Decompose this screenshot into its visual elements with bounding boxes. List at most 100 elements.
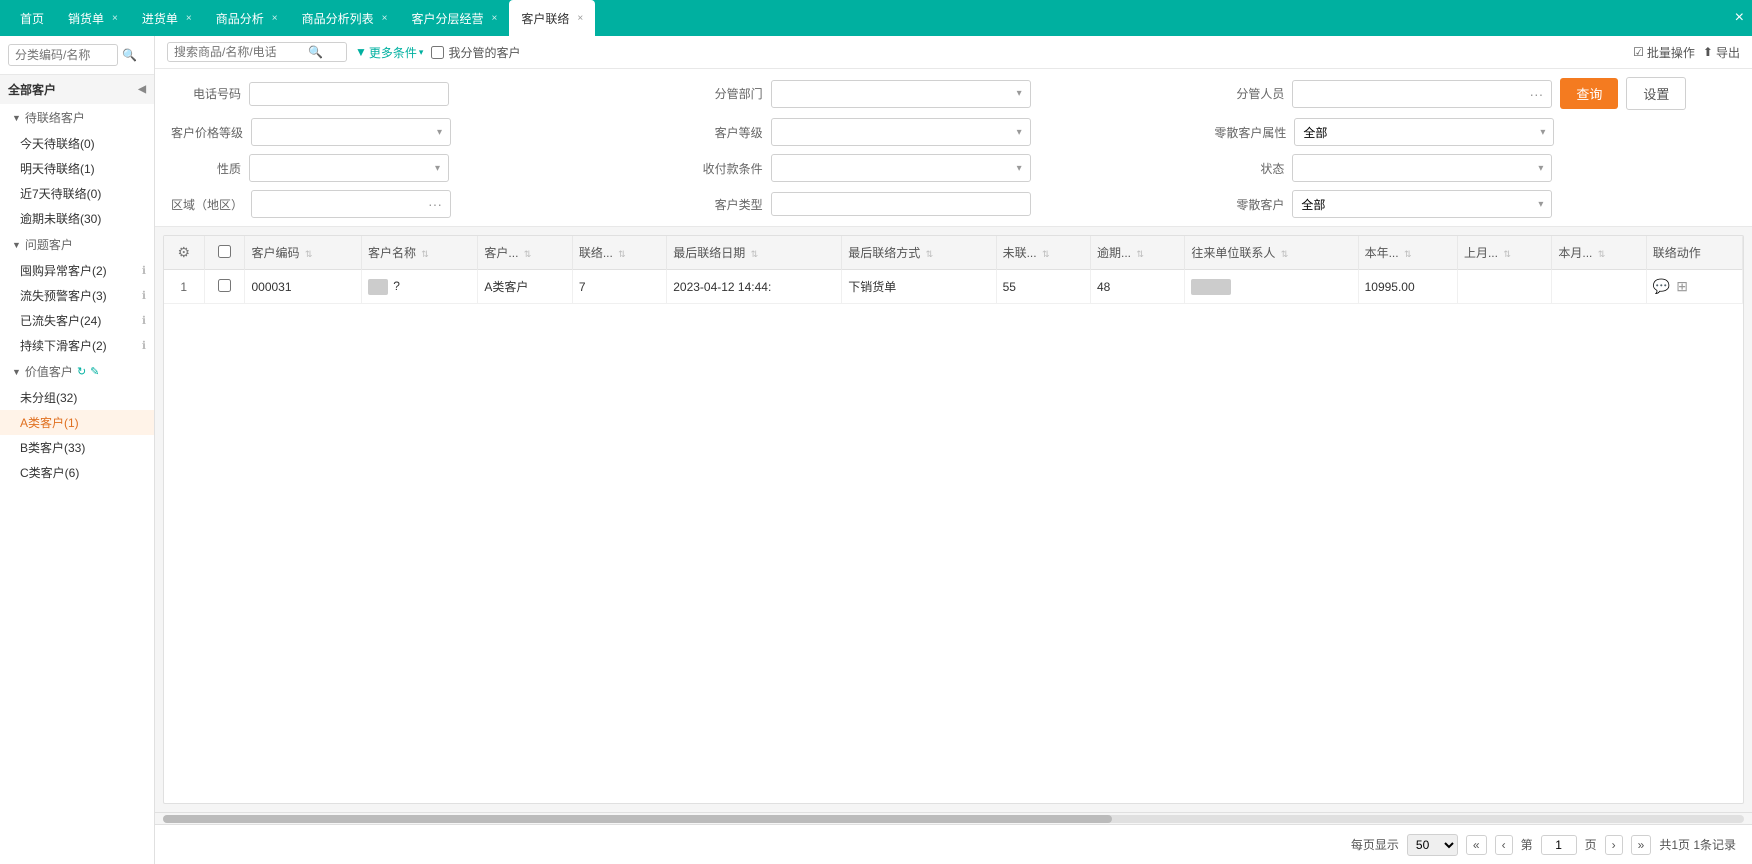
caret-price-icon: ▾: [437, 127, 442, 138]
sort-name-icon: ⇅: [421, 249, 429, 259]
sidebar-group-value[interactable]: ▼ 价值客户 ↻ ✎: [0, 358, 154, 385]
scrollbar-track[interactable]: [163, 815, 1744, 823]
label-phone: 电话号码: [171, 85, 241, 102]
filter-cell-dept: 分管部门 ▾: [693, 80, 1215, 108]
td-contact2: [1185, 270, 1358, 304]
page-number-input[interactable]: [1541, 835, 1577, 855]
label-person: 分管人员: [1214, 85, 1284, 102]
more-conditions-btn[interactable]: ▼ 更多条件 ▾: [355, 44, 423, 61]
search-icon[interactable]: 🔍: [308, 45, 323, 59]
arrow-down-icon3: ▼: [12, 367, 21, 377]
td-this-year: 10995.00: [1358, 270, 1457, 304]
row-checkbox[interactable]: [218, 279, 231, 292]
caret-retail-customer-icon: ▾: [1538, 199, 1543, 210]
sidebar-search-icon[interactable]: 🔍: [122, 48, 137, 62]
filter-cell-customer-type: 客户类型: [693, 192, 1215, 216]
filter-row-4: 区域（地区） ··· 客户类型 零散客户 全部 ▾: [171, 190, 1736, 218]
select-customer-level[interactable]: ▾: [771, 118, 1031, 146]
search-input[interactable]: [174, 45, 304, 59]
sidebar-item-c-class[interactable]: C类客户(6): [0, 460, 154, 485]
close-sales-icon[interactable]: ×: [112, 13, 118, 24]
nav-product-analysis[interactable]: 商品分析 ×: [204, 0, 290, 36]
last-page-btn[interactable]: »: [1631, 835, 1652, 855]
sort-method-icon: ⇅: [926, 249, 934, 259]
query-btn[interactable]: 查询: [1560, 78, 1618, 109]
input-phone[interactable]: [249, 82, 449, 106]
caret-down-icon: ▾: [419, 47, 424, 58]
close-contact-icon[interactable]: ×: [577, 13, 583, 24]
sidebar-item-attrition-warn[interactable]: 流失预警客户(3) ℹ: [0, 283, 154, 308]
input-customer-type[interactable]: [771, 192, 1031, 216]
sidebar-item-tomorrow[interactable]: 明天待联络(1): [0, 156, 154, 181]
sidebar-item-ungrouped[interactable]: 未分组(32): [0, 385, 154, 410]
gear-icon[interactable]: ⚙: [177, 244, 190, 260]
caret-payment-icon: ▾: [1017, 163, 1022, 174]
nav-sales[interactable]: 销货单 ×: [56, 0, 130, 36]
first-page-btn[interactable]: «: [1466, 835, 1487, 855]
link-sales-order[interactable]: 下销货单: [848, 280, 896, 294]
th-last-method: 最后联络方式 ⇅: [842, 236, 996, 270]
prev-page-btn[interactable]: ‹: [1495, 835, 1513, 855]
sort-contact2-icon: ⇅: [1281, 249, 1289, 259]
close-purchase-icon[interactable]: ×: [186, 13, 192, 24]
select-status[interactable]: ▾: [1292, 154, 1552, 182]
dots-person-icon[interactable]: ···: [1529, 86, 1543, 102]
per-page-select[interactable]: 50 20 100: [1407, 834, 1458, 856]
close-segment-icon[interactable]: ×: [491, 13, 497, 24]
chat-icon[interactable]: 💬: [1653, 278, 1670, 295]
select-retail-customer[interactable]: 全部 ▾: [1292, 190, 1552, 218]
th-last-month: 上月... ⇅: [1457, 236, 1551, 270]
td-last-date: 2023-04-12 14:44:: [667, 270, 842, 304]
close-product-list-icon[interactable]: ×: [382, 13, 388, 24]
advanced-filter: 电话号码 分管部门 ▾ 分管人员 ··· 查询: [155, 69, 1752, 227]
sort-overdue-icon: ⇅: [1136, 249, 1144, 259]
nav-customer-segment[interactable]: 客户分层经营 ×: [399, 0, 509, 36]
my-customers-checkbox[interactable]: 我分管的客户: [431, 44, 520, 61]
nav-product-analysis-list[interactable]: 商品分析列表 ×: [290, 0, 400, 36]
my-customers-check[interactable]: [431, 46, 444, 59]
info-icon1: ℹ: [142, 264, 146, 277]
nav-purchase[interactable]: 进货单 ×: [130, 0, 204, 36]
nav-customer-contact[interactable]: 客户联络 ×: [509, 0, 595, 36]
next-page-btn[interactable]: ›: [1605, 835, 1623, 855]
sidebar-item-declining[interactable]: 持续下滑客户(2) ℹ: [0, 333, 154, 358]
td-last-method: 下销货单: [842, 270, 996, 304]
select-person[interactable]: ···: [1292, 80, 1552, 108]
sidebar-group-pending[interactable]: ▼ 待联络客户: [0, 104, 154, 131]
th-type: 客户... ⇅: [478, 236, 572, 270]
refresh-icon[interactable]: ↻: [77, 365, 86, 378]
settings-btn[interactable]: 设置: [1626, 77, 1686, 110]
content-area: 🔍 ▼ 更多条件 ▾ 我分管的客户 ☑ 批量操作 ⬆ 导出: [155, 36, 1752, 864]
export-btn[interactable]: ⬆ 导出: [1703, 44, 1740, 61]
close-product-analysis-icon[interactable]: ×: [272, 13, 278, 24]
sidebar-item-a-class[interactable]: A类客户(1): [0, 410, 154, 435]
close-all-icon[interactable]: ×: [1735, 9, 1744, 27]
th-gear: ⚙: [164, 236, 204, 270]
sidebar-item-abnormal[interactable]: 囤购异常客户(2) ℹ: [0, 258, 154, 283]
select-region[interactable]: ···: [251, 190, 451, 218]
scrollbar-thumb[interactable]: [163, 815, 1112, 823]
th-this-month: 本月... ⇅: [1552, 236, 1646, 270]
select-all-checkbox[interactable]: [218, 245, 231, 258]
nav-home[interactable]: 首页: [8, 0, 56, 36]
sidebar-item-b-class[interactable]: B类客户(33): [0, 435, 154, 460]
select-dept[interactable]: ▾: [771, 80, 1031, 108]
select-price-level[interactable]: ▾: [251, 118, 451, 146]
select-retail-attr[interactable]: 全部 ▾: [1294, 118, 1554, 146]
sidebar-item-today[interactable]: 今天待联络(0): [0, 131, 154, 156]
sidebar-item-overdue[interactable]: 逾期未联络(30): [0, 206, 154, 231]
select-nature[interactable]: ▾: [249, 154, 449, 182]
sidebar-group-problem[interactable]: ▼ 问题客户: [0, 231, 154, 258]
edit-value-icon[interactable]: ✎: [90, 365, 99, 378]
horizontal-scrollbar[interactable]: [155, 812, 1752, 824]
sidebar-item-lost[interactable]: 已流失客户(24) ℹ: [0, 308, 154, 333]
all-customers-header[interactable]: 全部客户 ◀: [0, 75, 154, 104]
td-type: A类客户: [478, 270, 572, 304]
sidebar-search-input[interactable]: [8, 44, 118, 66]
batch-op-btn[interactable]: ☑ 批量操作: [1633, 44, 1695, 61]
grid-icon[interactable]: ⊞: [1676, 278, 1688, 295]
td-name: ?: [361, 270, 477, 304]
sidebar-item-7days[interactable]: 近7天待联络(0): [0, 181, 154, 206]
select-payment[interactable]: ▾: [771, 154, 1031, 182]
dots-region-icon[interactable]: ···: [428, 196, 442, 212]
